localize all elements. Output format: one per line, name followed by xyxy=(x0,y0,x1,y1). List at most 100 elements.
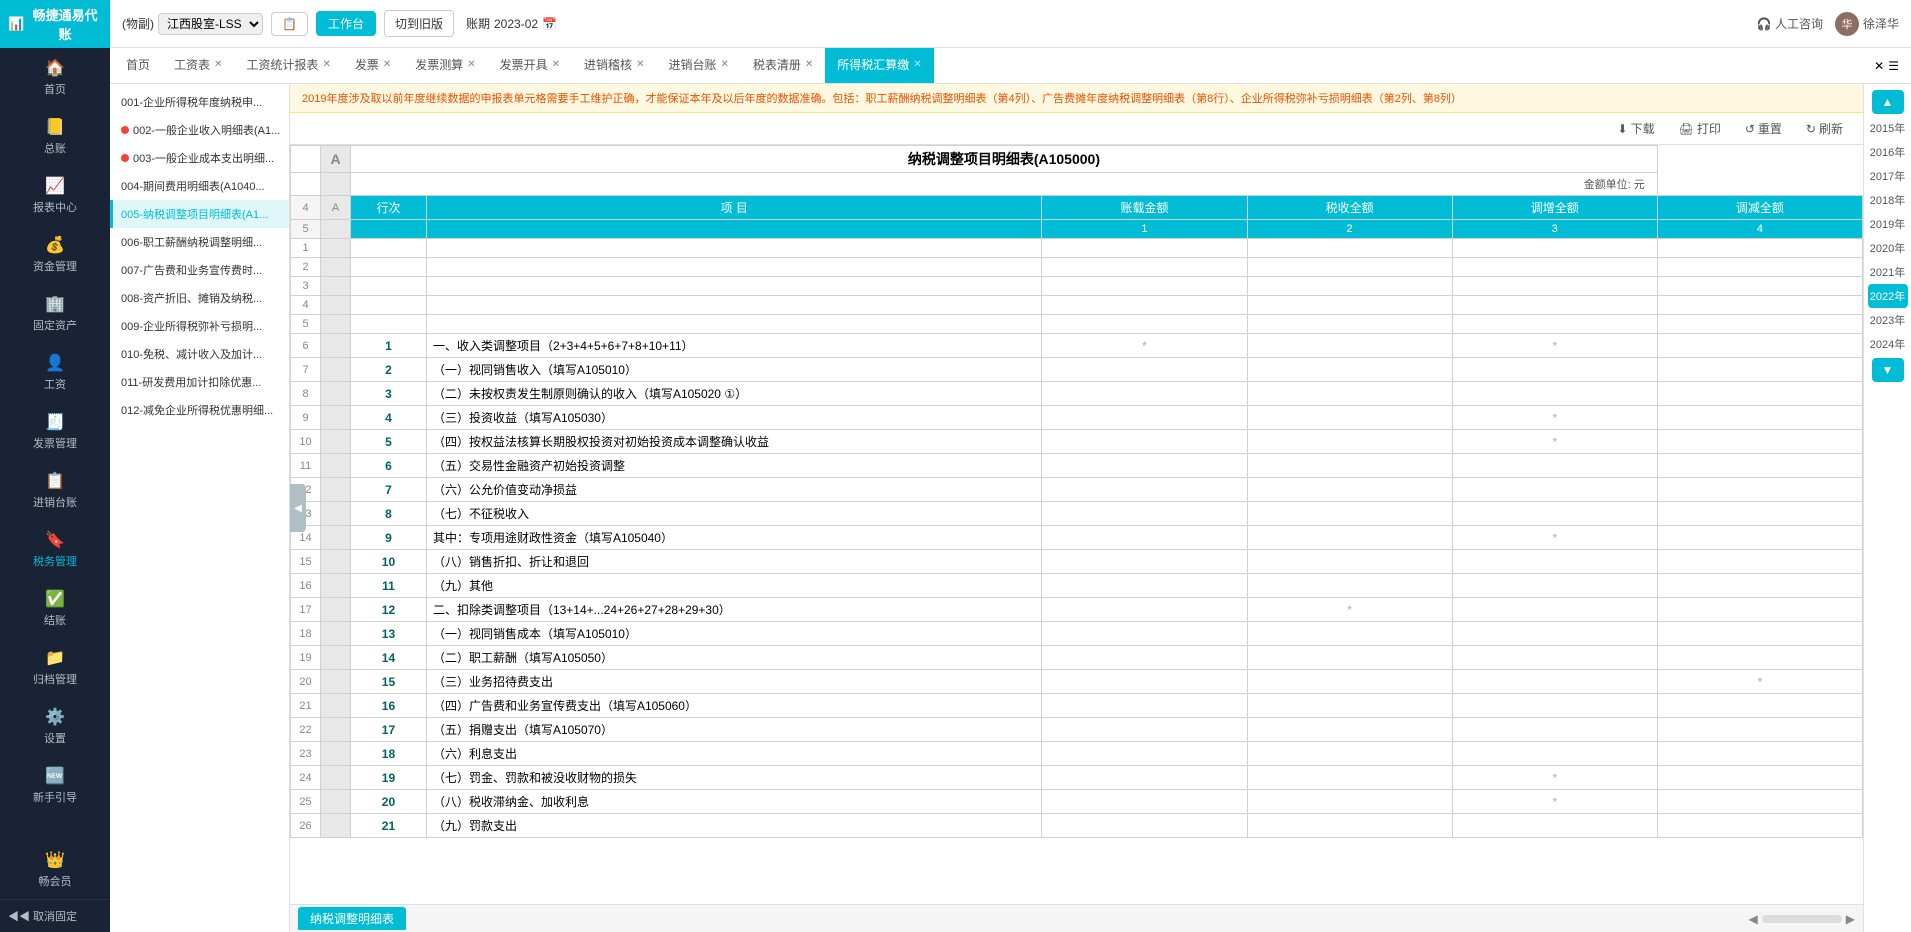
c3-cell[interactable] xyxy=(1452,258,1657,277)
table-row[interactable]: 3 xyxy=(291,277,1863,296)
left-panel-item-007[interactable]: 007-广告费和业务宣传费时... xyxy=(110,256,289,284)
c4-cell[interactable] xyxy=(1657,478,1862,502)
year-item[interactable]: 2020年 xyxy=(1868,236,1908,260)
download-btn[interactable]: ⬇ 下载 xyxy=(1610,117,1663,140)
c1-cell[interactable] xyxy=(1042,277,1247,296)
c3-cell[interactable] xyxy=(1452,814,1657,838)
table-row[interactable]: 20 15 （三）业务招待费支出 * xyxy=(291,670,1863,694)
tab-home[interactable]: 首页 xyxy=(114,48,162,83)
c4-cell[interactable] xyxy=(1657,358,1862,382)
year-item[interactable]: 2021年 xyxy=(1868,260,1908,284)
tab-close-purchase-check[interactable]: ✕ xyxy=(636,59,644,70)
c3-cell[interactable] xyxy=(1452,718,1657,742)
left-panel-item-006[interactable]: 006-职工薪酬纳税调整明细... xyxy=(110,228,289,256)
c2-cell[interactable] xyxy=(1247,766,1452,790)
sidebar-fix-button[interactable]: ◀◀ 取消固定 xyxy=(0,899,110,932)
tab-close-invoice-open[interactable]: ✕ xyxy=(552,59,560,70)
c3-cell[interactable] xyxy=(1452,742,1657,766)
c2-cell[interactable] xyxy=(1247,430,1452,454)
c3-cell[interactable] xyxy=(1452,382,1657,406)
table-row[interactable]: 8 3 （二）未按权责发生制原则确认的收入（填写A105020 ①） xyxy=(291,382,1863,406)
table-row[interactable]: 19 14 （二）职工薪酬（填写A105050） xyxy=(291,646,1863,670)
item-cell[interactable]: （一）视同销售收入（填写A105010） xyxy=(426,358,1041,382)
tab-invoice-calc[interactable]: 发票测算 ✕ xyxy=(403,48,487,83)
table-row[interactable]: 24 19 （七）罚金、罚款和被没收财物的损失 * xyxy=(291,766,1863,790)
c3-cell[interactable] xyxy=(1452,478,1657,502)
c3-cell[interactable]: * xyxy=(1452,526,1657,550)
tab-payroll[interactable]: 工资表 ✕ xyxy=(162,48,234,83)
c4-cell[interactable] xyxy=(1657,406,1862,430)
sidebar-item-ledger[interactable]: 📒 总账 xyxy=(0,107,110,166)
item-cell[interactable]: （九）罚款支出 xyxy=(426,814,1041,838)
c1-cell[interactable] xyxy=(1042,239,1247,258)
tab-close-payroll[interactable]: ✕ xyxy=(214,59,222,70)
item-cell[interactable] xyxy=(426,277,1041,296)
left-panel-item-004[interactable]: 004-期间费用明细表(A1040... xyxy=(110,172,289,200)
reset-btn[interactable]: ↺ 重置 xyxy=(1737,117,1790,140)
c4-cell[interactable] xyxy=(1657,574,1862,598)
period-edit-icon[interactable]: 📅 xyxy=(542,17,557,31)
year-scroll-down[interactable]: ▼ xyxy=(1872,358,1904,382)
table-row[interactable]: 18 13 （一）视同销售成本（填写A105010） xyxy=(291,622,1863,646)
sidebar-item-close[interactable]: ✅ 结账 xyxy=(0,579,110,638)
c2-cell[interactable] xyxy=(1247,334,1452,358)
item-cell[interactable]: （一）视同销售成本（填写A105010） xyxy=(426,622,1041,646)
item-cell[interactable]: （五）捐赠支出（填写A105070） xyxy=(426,718,1041,742)
tab-close-income-tax[interactable]: ✕ xyxy=(913,59,921,70)
tab-payroll-stat[interactable]: 工资统计报表 ✕ xyxy=(234,48,342,83)
c1-cell[interactable] xyxy=(1042,296,1247,315)
sidebar-item-fixed-asset[interactable]: 🏢 固定资产 xyxy=(0,284,110,343)
sidebar-item-vip[interactable]: 👑 畅会员 xyxy=(0,840,110,899)
c4-cell[interactable] xyxy=(1657,526,1862,550)
year-item[interactable]: 2018年 xyxy=(1868,188,1908,212)
c4-cell[interactable] xyxy=(1657,502,1862,526)
c4-cell[interactable] xyxy=(1657,315,1862,334)
c4-cell[interactable] xyxy=(1657,430,1862,454)
table-row[interactable]: 5 xyxy=(291,315,1863,334)
c2-cell[interactable] xyxy=(1247,382,1452,406)
tab-close-payroll-stat[interactable]: ✕ xyxy=(322,59,330,70)
c2-cell[interactable] xyxy=(1247,670,1452,694)
left-panel-item-003[interactable]: 003-一般企业成本支出明细... xyxy=(110,144,289,172)
c2-cell[interactable] xyxy=(1247,277,1452,296)
item-cell[interactable]: （五）交易性金融资产初始投资调整 xyxy=(426,454,1041,478)
c1-cell[interactable] xyxy=(1042,382,1247,406)
c1-cell[interactable] xyxy=(1042,478,1247,502)
bottom-sheet-tab[interactable]: 纳税调整明细表 xyxy=(298,907,406,930)
left-panel-item-001[interactable]: 001-企业所得税年度纳税申... xyxy=(110,88,289,116)
switch-btn[interactable]: 切到旧版 xyxy=(384,10,454,37)
table-row[interactable]: 17 12 二、扣除类调整项目（13+14+...24+26+27+28+29+… xyxy=(291,598,1863,622)
refresh-btn[interactable]: ↻ 刷新 xyxy=(1798,117,1851,140)
c4-cell[interactable] xyxy=(1657,334,1862,358)
c1-cell[interactable] xyxy=(1042,766,1247,790)
c4-cell[interactable] xyxy=(1657,550,1862,574)
item-cell[interactable] xyxy=(426,315,1041,334)
item-cell[interactable]: （六）利息支出 xyxy=(426,742,1041,766)
item-cell[interactable]: 二、扣除类调整项目（13+14+...24+26+27+28+29+30） xyxy=(426,598,1041,622)
company-select[interactable]: 江西股室-LSS xyxy=(158,13,263,35)
left-panel-item-012[interactable]: 012-减免企业所得税优惠明细... xyxy=(110,396,289,424)
sidebar-item-payroll[interactable]: 👤 工资 xyxy=(0,343,110,402)
c4-cell[interactable] xyxy=(1657,814,1862,838)
c3-cell[interactable] xyxy=(1452,694,1657,718)
tab-close-invoice[interactable]: ✕ xyxy=(383,59,391,70)
c4-cell[interactable] xyxy=(1657,382,1862,406)
left-panel-item-011[interactable]: 011-研发费用加计扣除优惠... xyxy=(110,368,289,396)
c4-cell[interactable] xyxy=(1657,694,1862,718)
print-btn[interactable]: 🖨 打印 xyxy=(1671,117,1729,140)
item-cell[interactable]: （八）税收滞纳金、加收利息 xyxy=(426,790,1041,814)
c3-cell[interactable]: * xyxy=(1452,430,1657,454)
user-menu[interactable]: 华 徐泽华 xyxy=(1835,12,1899,36)
c4-cell[interactable] xyxy=(1657,258,1862,277)
c1-cell[interactable] xyxy=(1042,598,1247,622)
table-row[interactable]: 1 xyxy=(291,239,1863,258)
year-item[interactable]: 2015年 xyxy=(1868,116,1908,140)
sidebar-item-new-guide[interactable]: 🆕 新手引导 xyxy=(0,756,110,815)
c1-cell[interactable] xyxy=(1042,406,1247,430)
tab-purchase-check[interactable]: 进销稽核 ✕ xyxy=(572,48,656,83)
scroll-right-btn[interactable]: ▶ xyxy=(1846,912,1855,926)
c3-cell[interactable]: * xyxy=(1452,334,1657,358)
item-cell[interactable]: （九）其他 xyxy=(426,574,1041,598)
c1-cell[interactable] xyxy=(1042,574,1247,598)
sidebar-item-archive[interactable]: 📁 归档管理 xyxy=(0,638,110,697)
